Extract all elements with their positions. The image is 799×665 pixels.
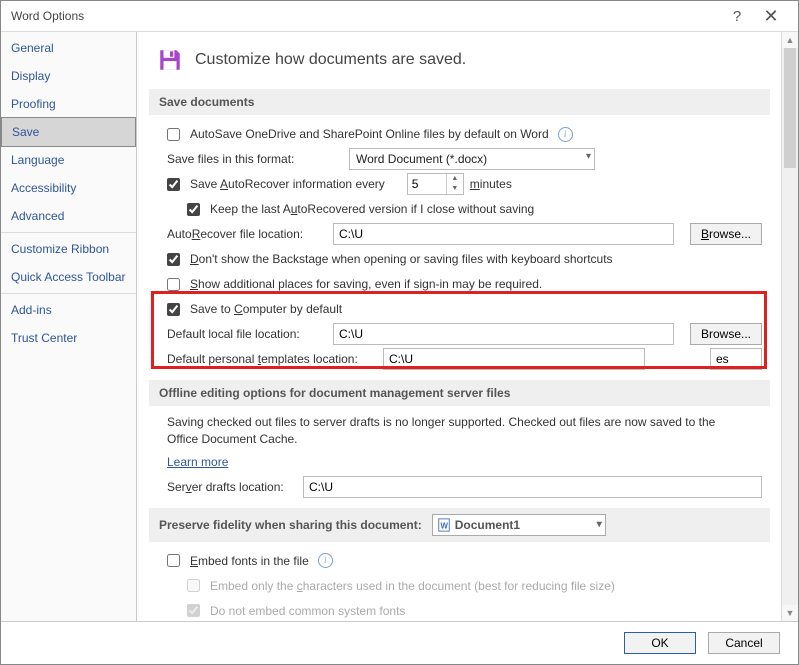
dont-embed-common-checkbox [187, 604, 200, 617]
sidebar-item-add-ins[interactable]: Add-ins [1, 296, 136, 324]
chevron-down-icon: ▾ [586, 151, 591, 162]
scroll-down-icon[interactable]: ▼ [782, 605, 798, 621]
sidebar-item-save[interactable]: Save [1, 117, 136, 147]
browse-autorecover-button[interactable]: Browse... [690, 223, 762, 245]
autorecover-minutes-input[interactable] [408, 175, 450, 193]
sidebar-item-general[interactable]: General [1, 34, 136, 62]
save-format-dropdown[interactable]: Word Document (*.docx) ▾ [349, 148, 595, 170]
embed-only-chars-label: Embed only the characters used in the do… [210, 579, 615, 593]
embed-only-chars-checkbox [187, 579, 200, 592]
page-title: Customize how documents are saved. [195, 51, 466, 69]
server-drafts-input[interactable] [303, 476, 762, 498]
close-icon[interactable]: ✕ [754, 6, 788, 27]
sidebar: General Display Proofing Save Language A… [1, 32, 137, 621]
autorecover-location-input[interactable] [333, 223, 674, 245]
autorecover-minutes-spinner[interactable]: ▲▼ [407, 173, 464, 195]
autorecover-label: Save AutoRecover information every [190, 177, 385, 191]
dont-embed-common-label: Do not embed common system fonts [210, 604, 405, 618]
chevron-down-icon: ▾ [597, 519, 602, 530]
sidebar-item-quick-access[interactable]: Quick Access Toolbar [1, 263, 136, 291]
window-title: Word Options [11, 9, 84, 23]
vertical-scrollbar[interactable]: ▲ ▼ [781, 32, 798, 621]
embed-fonts-checkbox[interactable] [167, 554, 180, 567]
cancel-button[interactable]: Cancel [708, 632, 780, 654]
browse-default-local-button[interactable]: Browse... [690, 323, 762, 345]
dont-show-backstage-label: Don't show the Backstage when opening or… [190, 252, 613, 266]
help-icon[interactable]: ? [720, 8, 754, 25]
keep-last-label: Keep the last AutoRecovered version if I… [210, 202, 534, 216]
info-icon[interactable]: i [558, 127, 573, 142]
offline-description: Saving checked out files to server draft… [167, 414, 727, 448]
preserve-fidelity-label: Preserve fidelity when sharing this docu… [159, 518, 422, 532]
server-drafts-label: Server drafts location: [167, 480, 297, 494]
autosave-checkbox[interactable] [167, 128, 180, 141]
save-icon [157, 47, 183, 73]
titlebar: Word Options ? ✕ [1, 1, 798, 32]
autosave-label: AutoSave OneDrive and SharePoint Online … [190, 127, 549, 141]
save-format-value: Word Document (*.docx) [356, 152, 487, 166]
show-additional-checkbox[interactable] [167, 278, 180, 291]
sidebar-item-accessibility[interactable]: Accessibility [1, 174, 136, 202]
learn-more-link[interactable]: Learn more [167, 455, 228, 469]
document-selector-dropdown[interactable]: W Document1 ▾ [432, 514, 606, 536]
spinner-up-icon[interactable]: ▲ [447, 174, 463, 184]
group-save-documents: Save documents [149, 89, 770, 115]
info-icon[interactable]: i [318, 553, 333, 568]
minutes-label: minutes [470, 177, 512, 191]
autorecover-checkbox[interactable] [167, 178, 180, 191]
sidebar-item-advanced[interactable]: Advanced [1, 202, 136, 230]
save-to-computer-label: Save to Computer by default [190, 302, 342, 316]
sidebar-item-language[interactable]: Language [1, 146, 136, 174]
ok-button[interactable]: OK [624, 632, 696, 654]
show-additional-label: Show additional places for saving, even … [190, 277, 542, 291]
save-format-label: Save files in this format: [167, 152, 327, 166]
word-options-window: Word Options ? ✕ General Display Proofin… [0, 0, 799, 665]
default-local-input[interactable] [333, 323, 674, 345]
personal-templates-label: Default personal templates location: [167, 352, 377, 366]
group-offline-editing: Offline editing options for document man… [149, 380, 770, 406]
save-to-computer-checkbox[interactable] [167, 303, 180, 316]
default-local-label: Default local file location: [167, 327, 327, 341]
dialog-footer: OK Cancel [1, 621, 798, 664]
word-document-icon: W [437, 518, 451, 532]
keep-last-checkbox[interactable] [187, 203, 200, 216]
sidebar-item-customize-ribbon[interactable]: Customize Ribbon [1, 235, 136, 263]
scroll-up-icon[interactable]: ▲ [782, 32, 798, 48]
embed-fonts-label: Embed fonts in the file [190, 554, 309, 568]
group-preserve-fidelity: Preserve fidelity when sharing this docu… [149, 508, 770, 542]
sidebar-item-proofing[interactable]: Proofing [1, 90, 136, 118]
dont-show-backstage-checkbox[interactable] [167, 253, 180, 266]
document-name: Document1 [455, 518, 520, 532]
personal-templates-input[interactable] [383, 348, 645, 370]
autorecover-location-label: AutoRecover file location: [167, 227, 327, 241]
spinner-down-icon[interactable]: ▼ [447, 184, 463, 194]
sidebar-item-trust-center[interactable]: Trust Center [1, 324, 136, 352]
scrollbar-thumb[interactable] [784, 48, 796, 168]
svg-text:W: W [440, 521, 448, 530]
sidebar-item-display[interactable]: Display [1, 62, 136, 90]
personal-templates-suffix-input[interactable] [710, 348, 762, 370]
